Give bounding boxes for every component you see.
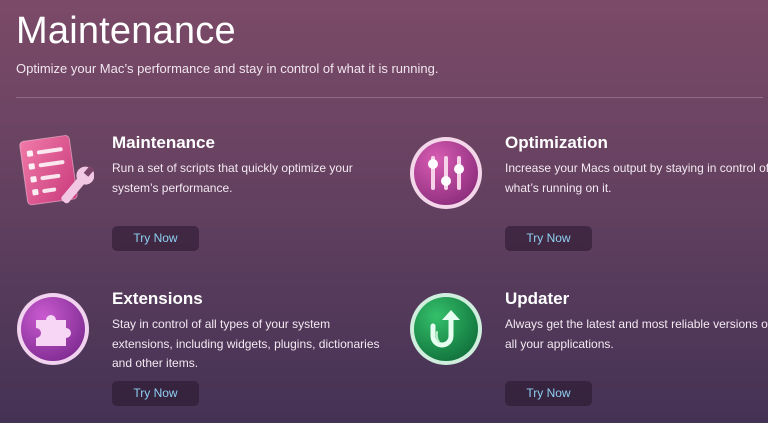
optimization-try-now-button[interactable]: Try Now (505, 226, 592, 251)
maintenance-title: Maintenance (112, 133, 215, 152)
updater-card: Updater Always get the latest and most r… (409, 289, 768, 420)
page-title: Maintenance (16, 10, 236, 52)
update-arrow-icon (409, 290, 487, 368)
page-subtitle: Optimize your Mac’s performance and stay… (16, 61, 439, 76)
sliders-icon (409, 134, 487, 212)
maintenance-card: Maintenance Run a set of scripts that qu… (16, 133, 376, 264)
extensions-description: Stay in control of all types of your sys… (112, 317, 380, 370)
updater-title: Updater (505, 289, 570, 308)
optimization-title: Optimization (505, 133, 608, 152)
optimization-card: Optimization Increase your Macs output b… (409, 133, 768, 264)
updater-description: Always get the latest and most reliable … (505, 317, 768, 351)
extensions-title: Extensions (112, 289, 203, 308)
extensions-try-now-button[interactable]: Try Now (112, 381, 199, 406)
checklist-wrench-icon (16, 134, 95, 212)
updater-try-now-button[interactable]: Try Now (505, 381, 592, 406)
header-divider (16, 97, 763, 98)
maintenance-description: Run a set of scripts that quickly optimi… (112, 161, 353, 195)
puzzle-piece-icon (16, 290, 94, 368)
maintenance-try-now-button[interactable]: Try Now (112, 226, 199, 251)
optimization-description: Increase your Macs output by staying in … (505, 161, 768, 195)
extensions-card: Extensions Stay in control of all types … (16, 289, 380, 420)
